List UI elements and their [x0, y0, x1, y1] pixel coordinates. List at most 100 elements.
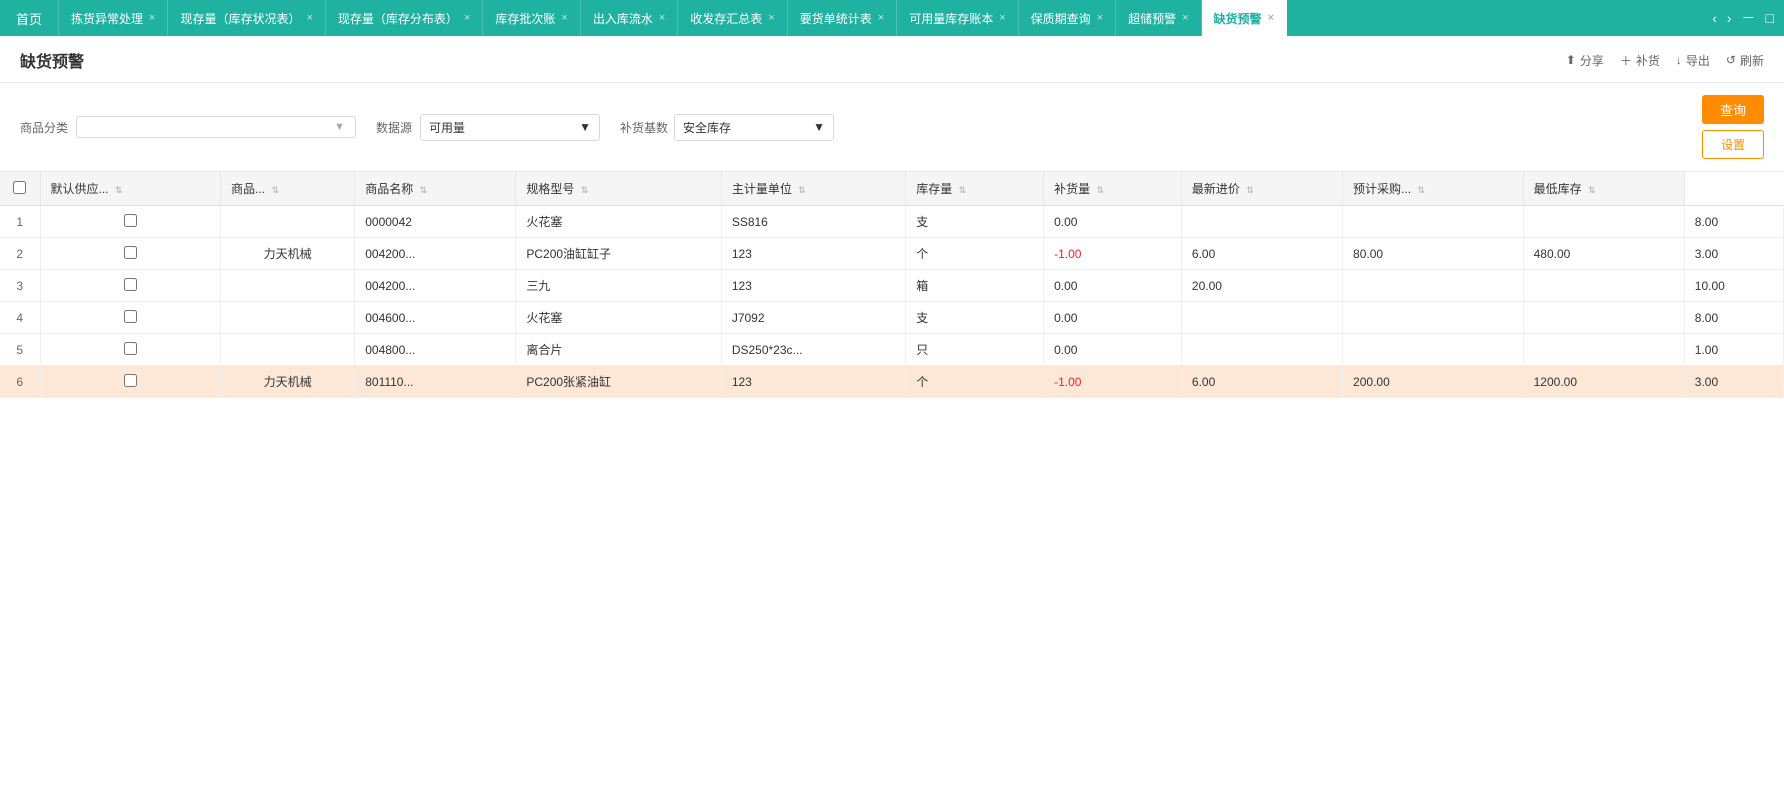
- th-product-name-label: 商品名称: [365, 182, 413, 196]
- row-num-0: 1: [0, 206, 40, 238]
- th-min-stock-sort-icon: ⇅: [1588, 185, 1596, 195]
- row-stock-0: 0.00: [1044, 206, 1182, 238]
- header-actions: ⬆ 分享 ＋ 补货 ↓ 导出 ↺ 刷新: [1566, 52, 1764, 69]
- page-header: 缺货预警 ⬆ 分享 ＋ 补货 ↓ 导出 ↺ 刷新: [0, 36, 1784, 83]
- row-latest-price-1: 80.00: [1343, 238, 1524, 270]
- th-stock[interactable]: 库存量 ⇅: [906, 172, 1044, 206]
- tab-6[interactable]: 收发存汇总表 ×: [678, 0, 787, 36]
- row-code-0: 0000042: [355, 206, 516, 238]
- row-supplier-2: [221, 270, 355, 302]
- tab-9-close[interactable]: ×: [1097, 12, 1103, 24]
- tab-11[interactable]: 缺货预警 ×: [1202, 0, 1287, 36]
- row-min-stock-0: 8.00: [1684, 206, 1783, 238]
- row-checkbox-3[interactable]: [40, 302, 221, 334]
- th-stock-sort-icon: ⇅: [959, 185, 967, 195]
- tab-10-close[interactable]: ×: [1182, 12, 1188, 24]
- th-replenish-qty-label: 补货量: [1054, 182, 1090, 196]
- row-replenish-qty-2: 20.00: [1181, 270, 1342, 302]
- row-unit-3: 支: [906, 302, 1044, 334]
- tab-prev-button[interactable]: ‹: [1708, 8, 1721, 28]
- replenish-button[interactable]: ＋ 补货: [1620, 52, 1660, 69]
- row-checkbox-5[interactable]: [40, 366, 221, 398]
- tab-nav-buttons: ‹ › － □: [1702, 6, 1784, 30]
- refresh-button[interactable]: ↺ 刷新: [1726, 52, 1764, 69]
- tab-3-close[interactable]: ×: [464, 12, 470, 24]
- replenish-base-label: 补货基数: [620, 119, 668, 136]
- tab-7[interactable]: 要货单统计表 ×: [788, 0, 897, 36]
- replenish-base-dropdown-icon: ▼: [813, 120, 825, 134]
- tab-7-close[interactable]: ×: [878, 12, 884, 24]
- table-row: 1 0000042 火花塞 SS816 支 0.00 8.00: [0, 206, 1784, 238]
- row-stock-3: 0.00: [1044, 302, 1182, 334]
- th-replenish-qty[interactable]: 补货量 ⇅: [1044, 172, 1182, 206]
- tab-1-close[interactable]: ×: [149, 12, 155, 24]
- tab-minimize-button[interactable]: －: [1738, 6, 1760, 30]
- tab-6-close[interactable]: ×: [768, 12, 774, 24]
- tab-maximize-button[interactable]: □: [1762, 8, 1778, 28]
- tab-home[interactable]: 首页: [0, 0, 59, 36]
- tab-1[interactable]: 拣货异常处理 ×: [59, 0, 168, 36]
- th-default-supplier[interactable]: 默认供应... ⇅: [40, 172, 221, 206]
- tab-next-button[interactable]: ›: [1723, 8, 1736, 28]
- select-all-checkbox[interactable]: [13, 181, 26, 194]
- row-unit-2: 箱: [906, 270, 1044, 302]
- row-min-stock-1: 3.00: [1684, 238, 1783, 270]
- row-spec-4: DS250*23c...: [721, 334, 905, 366]
- filter-actions: 查询 设置: [1702, 95, 1764, 159]
- row-unit-4: 只: [906, 334, 1044, 366]
- main-content: 缺货预警 ⬆ 分享 ＋ 补货 ↓ 导出 ↺ 刷新: [0, 36, 1784, 796]
- row-name-0: 火花塞: [516, 206, 721, 238]
- th-min-stock[interactable]: 最低库存 ⇅: [1523, 172, 1684, 206]
- tab-8[interactable]: 可用量库存账本 ×: [897, 0, 1018, 36]
- th-product-code[interactable]: 商品... ⇅: [221, 172, 355, 206]
- th-estimated-purchase[interactable]: 预计采购... ⇅: [1343, 172, 1524, 206]
- row-checkbox-4[interactable]: [40, 334, 221, 366]
- th-checkbox[interactable]: [0, 172, 40, 206]
- th-unit[interactable]: 主计量单位 ⇅: [721, 172, 905, 206]
- row-checkbox-2[interactable]: [40, 270, 221, 302]
- tab-home-label: 首页: [16, 9, 42, 28]
- tab-2[interactable]: 现存量（库存状况表） ×: [168, 0, 325, 36]
- table-body: 1 0000042 火花塞 SS816 支 0.00 8.00 2 力天机械 0…: [0, 206, 1784, 398]
- row-num-2: 3: [0, 270, 40, 302]
- settings-button[interactable]: 设置: [1702, 130, 1764, 159]
- th-spec[interactable]: 规格型号 ⇅: [516, 172, 721, 206]
- query-button[interactable]: 查询: [1702, 95, 1764, 124]
- row-num-3: 4: [0, 302, 40, 334]
- replenish-base-filter: 补货基数 安全库存 ▼: [620, 114, 834, 141]
- tab-8-close[interactable]: ×: [999, 12, 1005, 24]
- datasource-select[interactable]: 可用量 ▼: [420, 114, 600, 141]
- tab-4[interactable]: 库存批次账 ×: [483, 0, 580, 36]
- main-table: 默认供应... ⇅ 商品... ⇅ 商品名称 ⇅ 规格型号: [0, 172, 1784, 398]
- tab-3-label: 现存量（库存分布表）: [338, 10, 458, 27]
- th-product-name[interactable]: 商品名称 ⇅: [355, 172, 516, 206]
- tab-7-label: 要货单统计表: [800, 10, 872, 27]
- row-estimated-purchase-5: 1200.00: [1523, 366, 1684, 398]
- tab-9[interactable]: 保质期查询 ×: [1019, 0, 1116, 36]
- tab-4-close[interactable]: ×: [561, 12, 567, 24]
- th-spec-sort-icon: ⇅: [581, 185, 589, 195]
- tab-11-close[interactable]: ×: [1268, 12, 1274, 24]
- th-latest-price[interactable]: 最新进价 ⇅: [1181, 172, 1342, 206]
- export-button[interactable]: ↓ 导出: [1676, 52, 1710, 69]
- tab-9-label: 保质期查询: [1031, 10, 1091, 27]
- row-checkbox-0[interactable]: [40, 206, 221, 238]
- row-checkbox-1[interactable]: [40, 238, 221, 270]
- replenish-base-select[interactable]: 安全库存 ▼: [674, 114, 834, 141]
- share-button[interactable]: ⬆ 分享: [1566, 52, 1604, 69]
- tab-10[interactable]: 超储预警 ×: [1116, 0, 1201, 36]
- row-estimated-purchase-4: [1523, 334, 1684, 366]
- th-spec-label: 规格型号: [526, 182, 574, 196]
- tab-3[interactable]: 现存量（库存分布表） ×: [326, 0, 483, 36]
- th-product-code-label: 商品...: [231, 182, 265, 196]
- tab-2-close[interactable]: ×: [306, 12, 312, 24]
- category-select[interactable]: ▼: [76, 116, 356, 138]
- th-unit-label: 主计量单位: [732, 182, 792, 196]
- tab-5[interactable]: 出入库流水 ×: [581, 0, 678, 36]
- th-product-name-sort-icon: ⇅: [420, 185, 428, 195]
- tab-5-close[interactable]: ×: [659, 12, 665, 24]
- export-icon: ↓: [1676, 53, 1682, 67]
- row-estimated-purchase-1: 480.00: [1523, 238, 1684, 270]
- row-latest-price-0: [1343, 206, 1524, 238]
- page-title: 缺货预警: [20, 48, 84, 72]
